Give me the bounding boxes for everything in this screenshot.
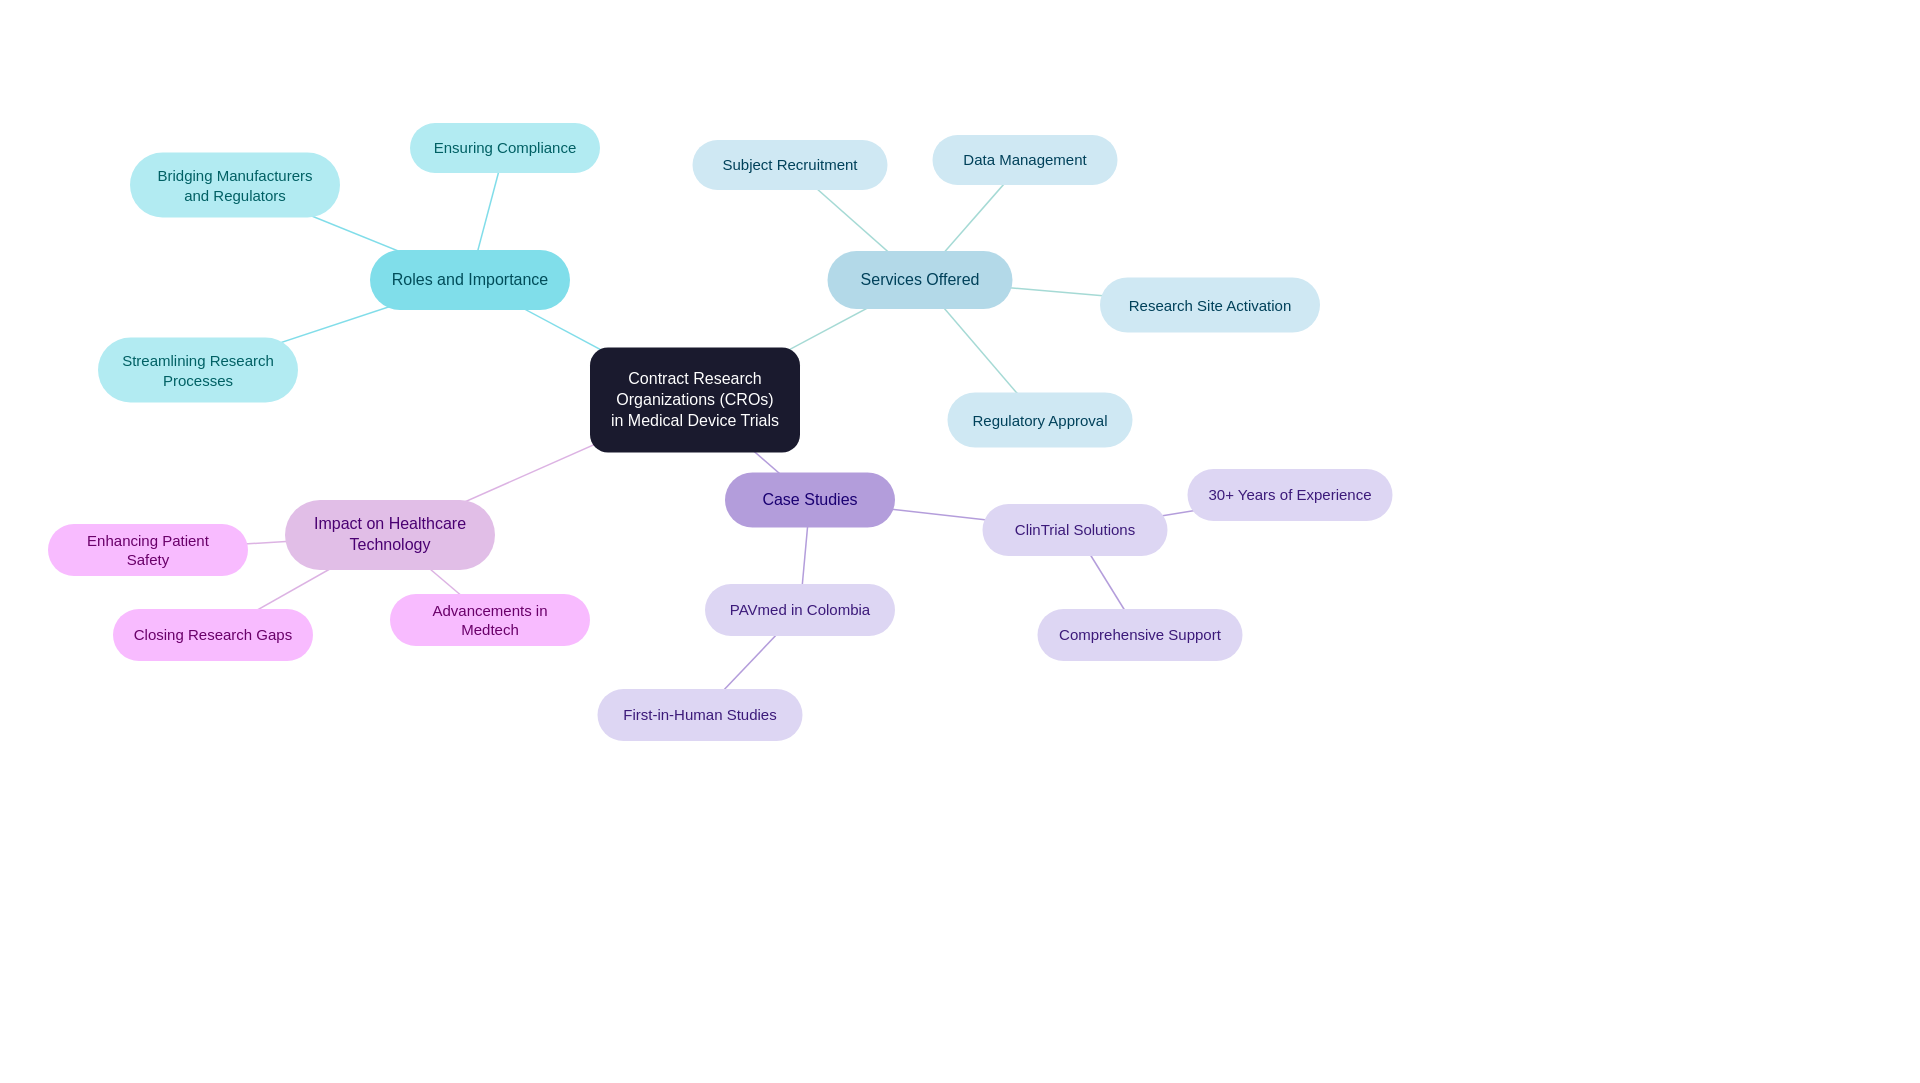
node-roles: Roles and Importance [370,250,570,310]
node-regulatory: Regulatory Approval [948,393,1133,448]
node-comprehensive: Comprehensive Support [1038,609,1243,661]
node-advancements: Advancements in Medtech [390,594,590,646]
mindmap-container: Contract Research Organizations (CROs) i… [0,0,1920,1083]
node-ensuring: Ensuring Compliance [410,123,600,173]
center-node: Contract Research Organizations (CROs) i… [590,348,800,453]
node-patient: Enhancing Patient Safety [48,524,248,576]
node-siteactivation: Research Site Activation [1100,278,1320,333]
node-pavmed: PAVmed in Colombia [705,584,895,636]
node-closing: Closing Research Gaps [113,609,313,661]
node-bridging: Bridging Manufacturers and Regulators [130,153,340,218]
node-experience: 30+ Years of Experience [1188,469,1393,521]
node-firsthuman: First-in-Human Studies [598,689,803,741]
node-casestudies: Case Studies [725,473,895,528]
node-impact: Impact on Healthcare Technology [285,500,495,570]
node-datamanagement: Data Management [933,135,1118,185]
node-streamlining: Streamlining Research Processes [98,338,298,403]
node-services: Services Offered [828,251,1013,309]
node-subject: Subject Recruitment [693,140,888,190]
node-clintrial: ClinTrial Solutions [983,504,1168,556]
